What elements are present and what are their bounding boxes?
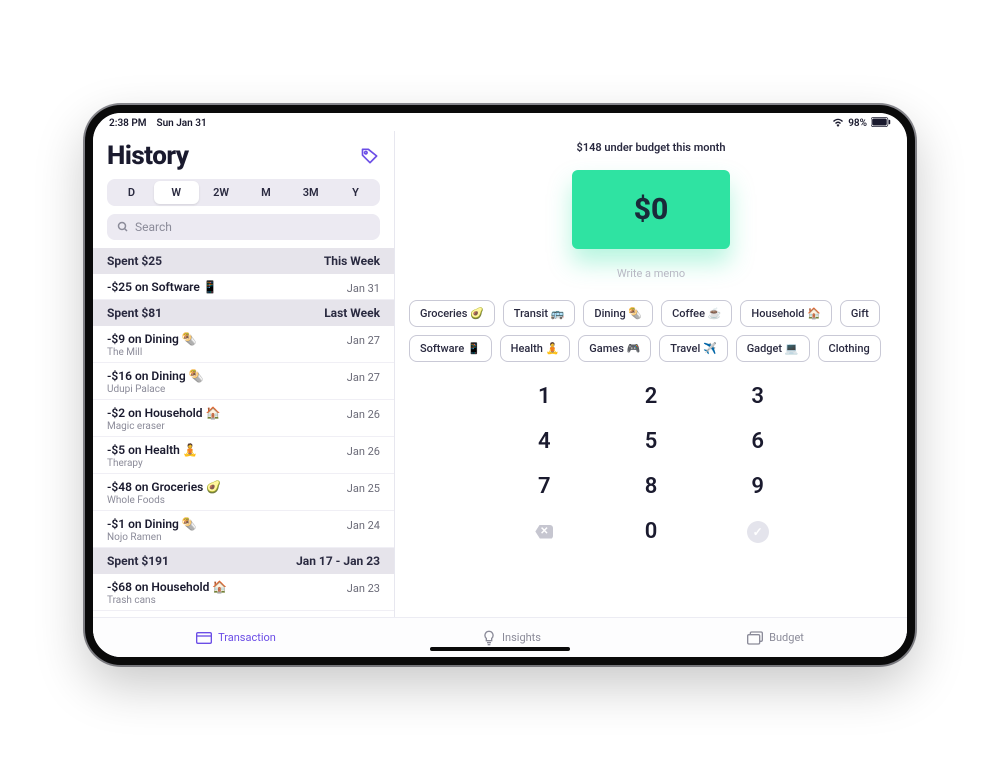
transaction-date: Jan 27 [347, 334, 380, 347]
category-chip[interactable]: Health 🧘 [500, 335, 571, 362]
budget-status: $148 under budget this month [577, 141, 726, 154]
category-chip[interactable]: Household 🏠 [740, 300, 832, 327]
transaction-title: -$5 on Health 🧘 [107, 443, 347, 457]
transaction-title: -$2 on Household 🏠 [107, 406, 347, 420]
transaction-date: Jan 24 [347, 519, 380, 532]
tab-transaction[interactable]: Transaction [196, 631, 276, 644]
segment-2w[interactable]: 2W [199, 181, 244, 204]
category-chip[interactable]: Software 📱 [409, 335, 492, 362]
category-chip[interactable]: Travel ✈️ [659, 335, 727, 362]
transaction-memo: Nojo Ramen [107, 532, 347, 543]
transaction-title: -$48 on Groceries 🥑 [107, 480, 347, 494]
section-header: Spent $25 This Week [93, 248, 394, 274]
category-chip[interactable]: Transit 🚌 [503, 300, 576, 327]
transaction-title: -$1 on Dining 🌯 [107, 517, 347, 531]
home-indicator[interactable] [430, 647, 570, 651]
tab-budget[interactable]: Budget [747, 631, 804, 645]
transaction-date: Jan 26 [347, 445, 380, 458]
transaction-date: Jan 26 [347, 408, 380, 421]
section-range: This Week [324, 254, 380, 268]
tab-label: Transaction [218, 631, 276, 644]
key-6[interactable]: 6 [704, 423, 811, 460]
transaction-row[interactable]: -$25 on Software 📱Jan 31 [93, 274, 394, 300]
memo-input[interactable]: Write a memo [617, 267, 685, 280]
transaction-row[interactable]: -$2 on Household 🏠Magic eraserJan 26 [93, 400, 394, 437]
transaction-row[interactable]: -$68 on Household 🏠Trash cansJan 23 [93, 574, 394, 611]
segment-y[interactable]: Y [333, 181, 378, 204]
transaction-date: Jan 25 [347, 482, 380, 495]
category-chip[interactable]: Gift [840, 300, 880, 327]
tab-label: Insights [502, 631, 541, 644]
key-3[interactable]: 3 [704, 378, 811, 415]
key-confirm[interactable]: ✓ [704, 513, 811, 550]
category-chip[interactable]: Games 🎮 [578, 335, 651, 362]
amount-display[interactable]: $0 [572, 170, 731, 249]
transaction-date: Jan 27 [347, 371, 380, 384]
section-header: Spent $81 Last Week [93, 300, 394, 326]
section-range: Last Week [324, 306, 380, 320]
section-total: Spent $25 [107, 254, 162, 268]
key-backspace[interactable]: ✕ [491, 513, 598, 550]
transaction-memo: Therapy [107, 458, 347, 469]
tablet-frame: 2:38 PM Sun Jan 31 98% History [85, 105, 915, 665]
tab-bar: Transaction Insights Budget [93, 617, 907, 657]
category-chip[interactable]: Clothing [818, 335, 881, 362]
key-5[interactable]: 5 [598, 423, 705, 460]
transaction-list[interactable]: Spent $25This Week-$25 on Software 📱Jan … [93, 248, 394, 617]
key-9[interactable]: 9 [704, 468, 811, 505]
key-0[interactable]: 0 [598, 513, 705, 550]
category-chip[interactable]: Coffee ☕ [661, 300, 732, 327]
transaction-row[interactable]: -$5 on Health 🧘TherapyJan 26 [93, 437, 394, 474]
tab-label: Budget [769, 631, 804, 644]
transaction-title: -$16 on Dining 🌯 [107, 369, 347, 383]
history-pane: History DW2WM3MY Search Spent $25 This We… [93, 131, 395, 617]
segment-3m[interactable]: 3M [288, 181, 333, 204]
wifi-icon [832, 117, 844, 130]
transaction-date: Jan 23 [347, 582, 380, 595]
segment-m[interactable]: M [243, 181, 288, 204]
page-title: History [107, 141, 189, 171]
key-4[interactable]: 4 [491, 423, 598, 460]
category-chip[interactable]: Dining 🌯 [583, 300, 653, 327]
status-left: 2:38 PM Sun Jan 31 [109, 118, 207, 129]
transaction-memo: Magic eraser [107, 421, 347, 432]
key-8[interactable]: 8 [598, 468, 705, 505]
time-range-segmented: DW2WM3MY [107, 179, 380, 206]
category-chip[interactable]: Gadget 💻 [736, 335, 810, 362]
entry-pane: $148 under budget this month $0 Write a … [395, 131, 907, 617]
numeric-keypad: 123 456 789 ✕0✓ [491, 378, 811, 550]
battery-icon [871, 117, 891, 130]
search-placeholder: Search [135, 220, 172, 234]
section-header: Spent $191 Jan 17 - Jan 23 [93, 548, 394, 574]
category-picker: Groceries 🥑 Transit 🚌 Dining 🌯 Coffee ☕ Hous… [395, 280, 907, 362]
tab-insights[interactable]: Insights [482, 630, 541, 646]
tag-icon[interactable] [360, 146, 380, 166]
key-7[interactable]: 7 [491, 468, 598, 505]
transaction-date: Jan 31 [347, 282, 380, 295]
category-chip[interactable]: Groceries 🥑 [409, 300, 495, 327]
search-input[interactable]: Search [107, 214, 380, 240]
key-1[interactable]: 1 [491, 378, 598, 415]
segment-d[interactable]: D [109, 181, 154, 204]
transaction-memo: Trash cans [107, 595, 347, 606]
section-total: Spent $191 [107, 554, 169, 568]
transaction-memo: Udupi Palace [107, 384, 347, 395]
key-2[interactable]: 2 [598, 378, 705, 415]
transaction-row[interactable]: -$1 on Dining 🌯Nojo RamenJan 24 [93, 511, 394, 548]
battery-percent: 98% [848, 118, 867, 129]
transaction-title: -$68 on Household 🏠 [107, 580, 347, 594]
transaction-title: -$9 on Dining 🌯 [107, 332, 347, 346]
status-date: Sun Jan 31 [156, 118, 206, 129]
section-total: Spent $81 [107, 306, 162, 320]
transaction-row[interactable]: -$48 on Groceries 🥑Whole FoodsJan 25 [93, 474, 394, 511]
segment-w[interactable]: W [154, 181, 199, 204]
transaction-memo: The Mill [107, 347, 347, 358]
status-bar: 2:38 PM Sun Jan 31 98% [93, 113, 907, 131]
transaction-row[interactable]: -$16 on Dining 🌯Udupi PalaceJan 27 [93, 363, 394, 400]
transaction-title: -$25 on Software 📱 [107, 280, 347, 294]
status-time: 2:38 PM [109, 118, 147, 129]
transaction-memo: Whole Foods [107, 495, 347, 506]
transaction-row[interactable]: -$9 on Dining 🌯The MillJan 27 [93, 326, 394, 363]
section-range: Jan 17 - Jan 23 [296, 554, 380, 568]
